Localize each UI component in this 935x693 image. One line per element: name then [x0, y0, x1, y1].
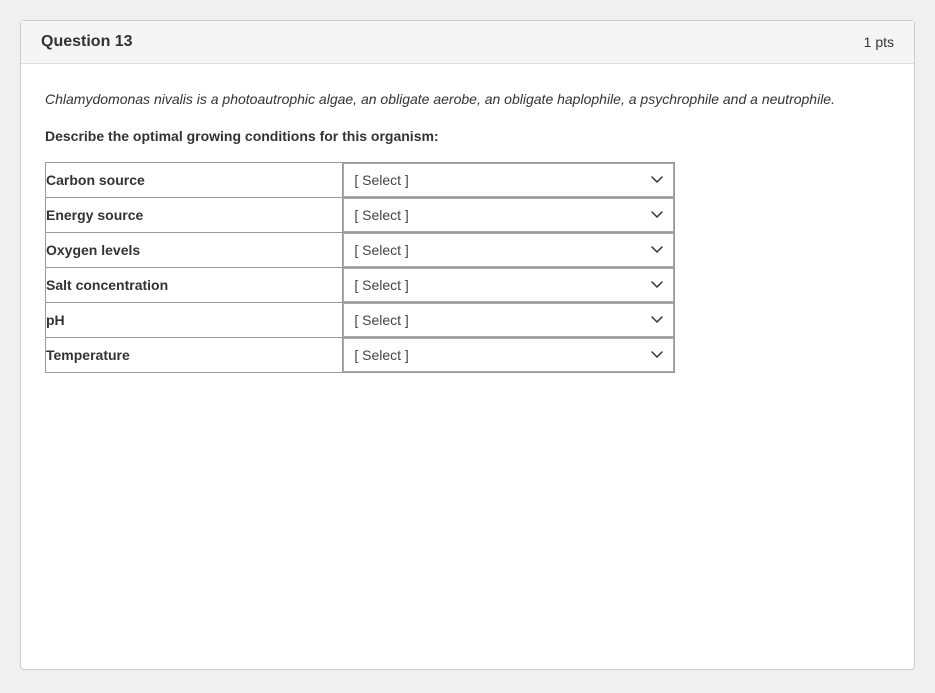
question-card: Question 13 1 pts Chlamydomonas nivalis …	[20, 20, 915, 670]
select-dropdown-2[interactable]: [ Select ]	[343, 233, 674, 267]
row-label-0: Carbon source	[46, 163, 343, 198]
select-dropdown-1[interactable]: [ Select ]	[343, 198, 674, 232]
row-select-cell-0: [ Select ]	[343, 163, 675, 198]
question-instruction: Describe the optimal growing conditions …	[45, 128, 890, 144]
row-label-4: pH	[46, 303, 343, 338]
table-row: pH[ Select ]	[46, 303, 675, 338]
table-row: Energy source[ Select ]	[46, 198, 675, 233]
question-header: Question 13 1 pts	[21, 21, 914, 64]
row-label-5: Temperature	[46, 338, 343, 373]
question-description: Chlamydomonas nivalis is a photoautrophi…	[45, 88, 890, 110]
table-row: Oxygen levels[ Select ]	[46, 233, 675, 268]
row-select-cell-4: [ Select ]	[343, 303, 675, 338]
row-select-cell-1: [ Select ]	[343, 198, 675, 233]
table-row: Salt concentration[ Select ]	[46, 268, 675, 303]
row-select-cell-3: [ Select ]	[343, 268, 675, 303]
select-dropdown-0[interactable]: [ Select ]	[343, 163, 674, 197]
select-dropdown-5[interactable]: [ Select ]	[343, 338, 674, 372]
conditions-table: Carbon source[ Select ]Energy source[ Se…	[45, 162, 675, 373]
select-dropdown-3[interactable]: [ Select ]	[343, 268, 674, 302]
question-title: Question 13	[41, 33, 133, 51]
table-row: Carbon source[ Select ]	[46, 163, 675, 198]
row-select-cell-2: [ Select ]	[343, 233, 675, 268]
row-label-1: Energy source	[46, 198, 343, 233]
row-label-3: Salt concentration	[46, 268, 343, 303]
question-body: Chlamydomonas nivalis is a photoautrophi…	[21, 64, 914, 397]
row-select-cell-5: [ Select ]	[343, 338, 675, 373]
table-row: Temperature[ Select ]	[46, 338, 675, 373]
row-label-2: Oxygen levels	[46, 233, 343, 268]
question-points: 1 pts	[864, 34, 894, 50]
select-dropdown-4[interactable]: [ Select ]	[343, 303, 674, 337]
